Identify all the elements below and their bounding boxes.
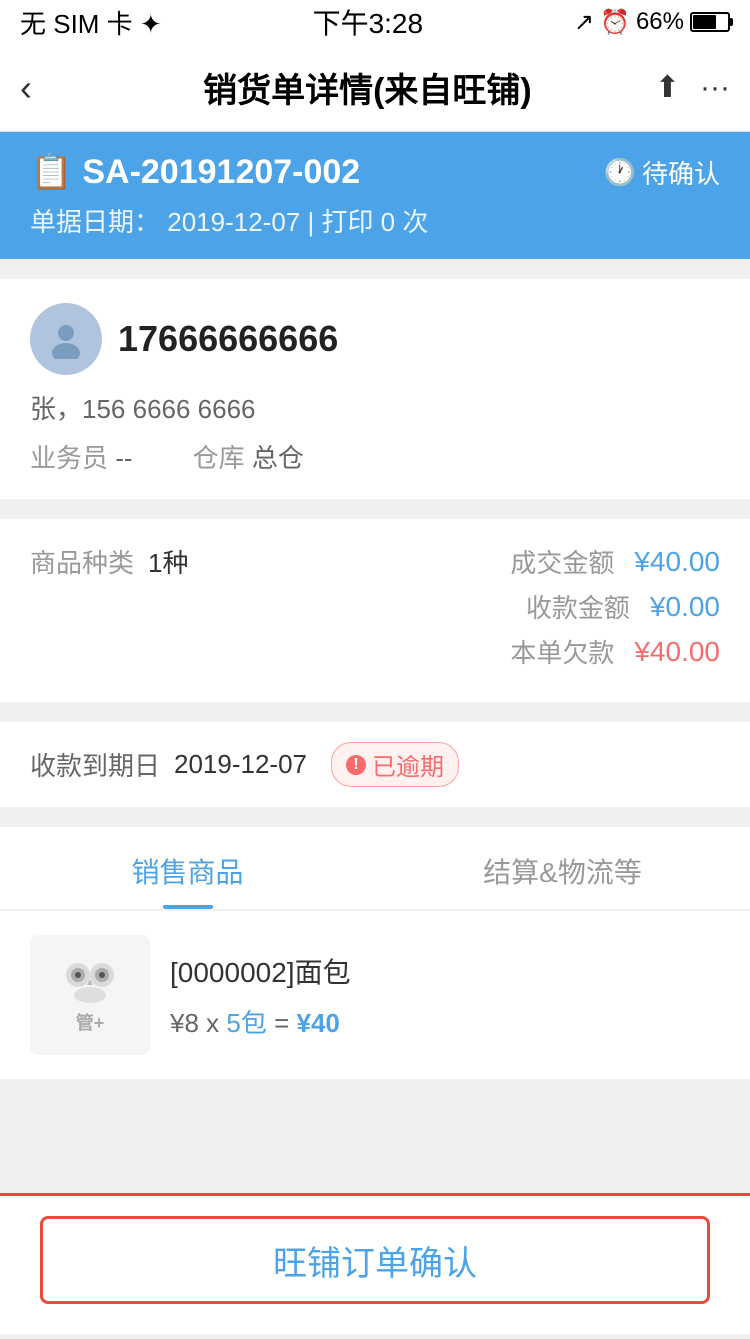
avatar-icon [46,319,86,359]
overdue-icon: ! [346,755,366,775]
amount-owed-row: 本单欠款 ¥40.00 [510,633,720,670]
customer-sub: 张，156 6666 6666 [30,389,720,426]
product-name: [0000002]面包 [170,951,720,991]
overdue-badge: ! 已逾期 [331,742,459,787]
summary-section: 商品种类 1种 成交金额 ¥40.00 收款金额 ¥0.00 本单欠款 ¥40.… [0,519,750,702]
alarm-icon: ⏰ [600,8,630,37]
customer-phone: 17666666666 [118,318,338,360]
nav-bar: ‹ 销货单详情(来自旺铺) ⬆ ··· [0,44,750,132]
battery-icon [690,12,730,32]
product-price: ¥8 x 5包 = ¥40 [170,1003,720,1040]
time-text: 下午3:28 [313,2,424,42]
product-thumbnail: 管+ [30,935,150,1055]
share-button[interactable]: ⬆ [655,70,680,105]
tab-products[interactable]: 销售商品 [0,827,375,909]
battery-text: 66% [636,8,684,36]
logo-text: 管+ [76,1009,105,1035]
product-owl-icon [55,955,125,1005]
status-bar: 无 SIM 卡 ✦ 下午3:28 ↗ ⏰ 66% [0,0,750,44]
customer-meta: 业务员 -- 仓库 总仓 [30,438,720,475]
more-button[interactable]: ··· [700,71,730,105]
clock-icon: 🕐 [604,157,636,188]
status-right: ↗ ⏰ 66% [574,8,730,37]
amount-received-value: ¥0.00 [650,591,720,623]
battery-fill [693,15,716,29]
tabs-section: 销售商品 结算&物流等 [0,827,750,1079]
tabs-bar: 销售商品 结算&物流等 [0,827,750,911]
salesperson-meta: 业务员 -- [30,438,133,475]
order-header-top: 📋 SA-20191207-002 🕐 待确认 [30,152,720,192]
summary-left: 商品种类 1种 [30,543,188,580]
due-date-section: 收款到期日 2019-12-07 ! 已逾期 [0,722,750,807]
confirm-order-button[interactable]: 旺铺订单确认 [40,1216,710,1304]
order-header-card: 📋 SA-20191207-002 🕐 待确认 单据日期： 2019-12-07… [0,132,750,259]
order-id: 📋 SA-20191207-002 [30,152,360,192]
amount-total-value: ¥40.00 [634,546,720,578]
nav-actions: ⬆ ··· [655,70,730,105]
amount-total-row: 成交金额 ¥40.00 [510,543,720,580]
order-status: 🕐 待确认 [604,154,720,191]
amount-received-row: 收款金额 ¥0.00 [510,588,720,625]
warehouse-meta: 仓库 总仓 [193,438,304,475]
location-icon: ↗ [574,8,594,37]
product-logo: 管+ [55,955,125,1035]
tab-settlement[interactable]: 结算&物流等 [375,827,750,909]
order-date: 单据日期： 2019-12-07 | 打印 0 次 [30,202,720,239]
product-info: [0000002]面包 ¥8 x 5包 = ¥40 [170,951,720,1040]
product-list: 管+ [0000002]面包 ¥8 x 5包 = ¥40 [0,911,750,1079]
page-title: 销货单详情(来自旺铺) [80,63,655,112]
carrier-text: 无 SIM 卡 ✦ [20,4,162,41]
bottom-action-bar: 旺铺订单确认 [0,1193,750,1334]
due-date-value: 2019-12-07 [174,749,307,780]
order-icon: 📋 [30,152,72,192]
due-label: 收款到期日 [30,746,160,783]
amount-owed-value: ¥40.00 [634,636,720,668]
summary-right: 成交金额 ¥40.00 收款金额 ¥0.00 本单欠款 ¥40.00 [510,543,720,678]
customer-info-card: 17666666666 张，156 6666 6666 业务员 -- 仓库 总仓 [0,279,750,499]
back-button[interactable]: ‹ [20,67,80,109]
product-item: 管+ [0000002]面包 ¥8 x 5包 = ¥40 [30,935,720,1055]
avatar [30,303,102,375]
customer-row: 17666666666 [30,303,720,375]
